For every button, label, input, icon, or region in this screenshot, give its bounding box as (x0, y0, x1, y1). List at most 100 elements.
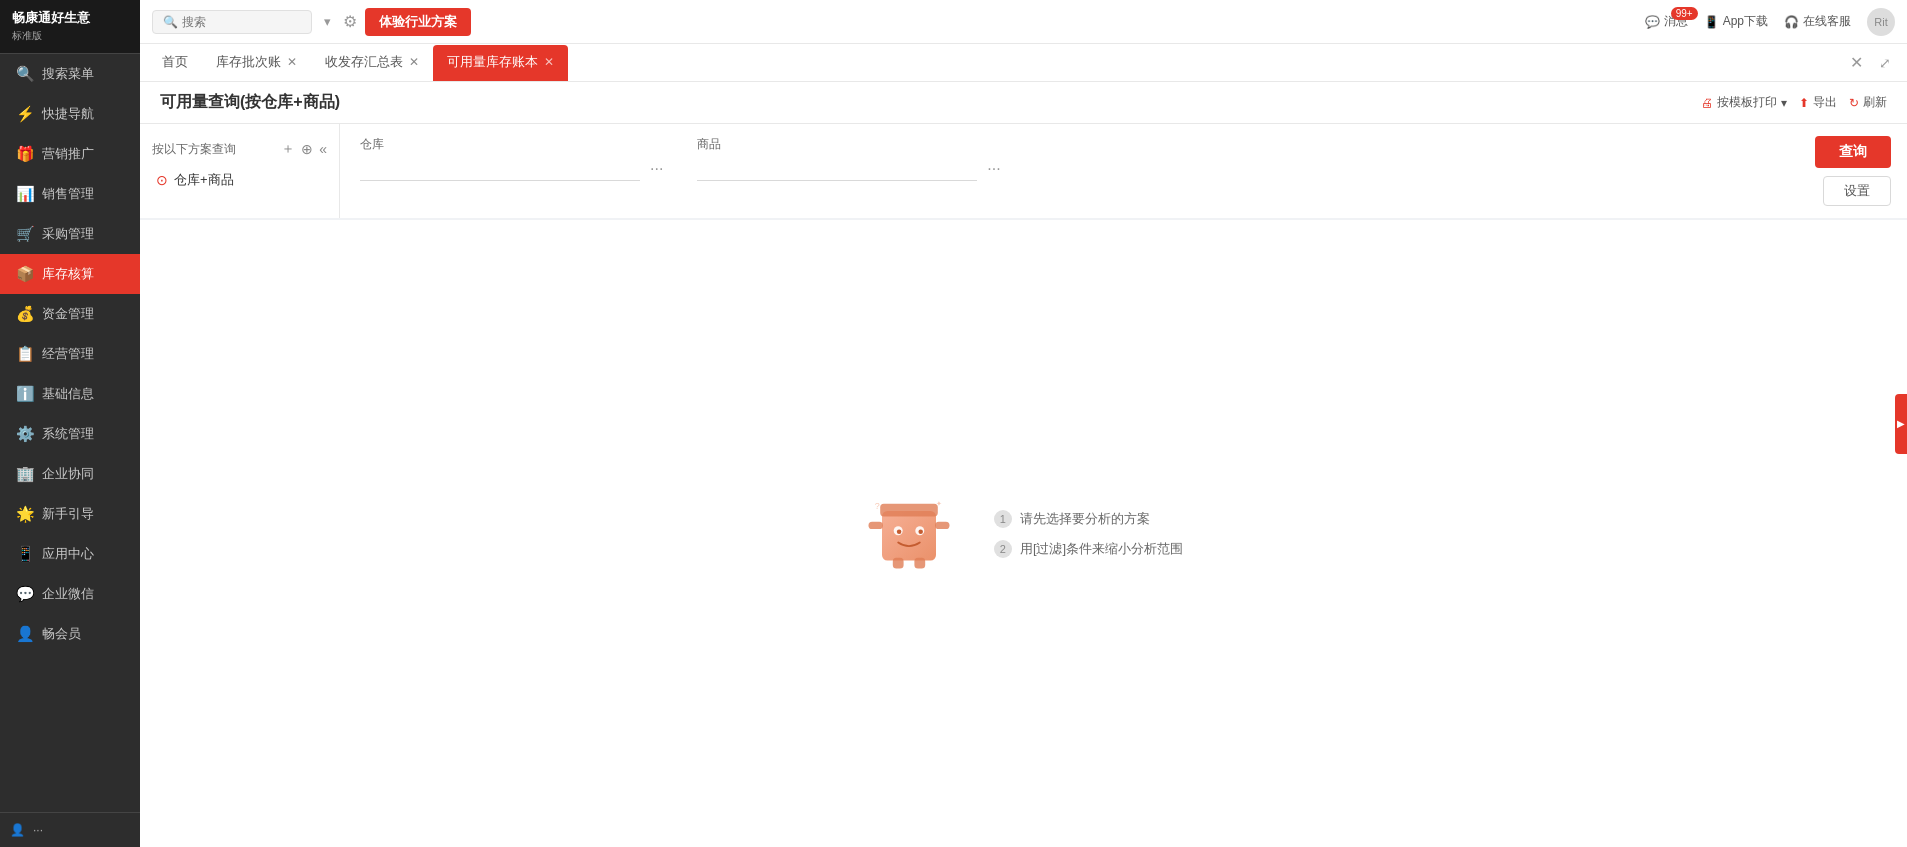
trial-button[interactable]: 体验行业方案 (365, 8, 471, 36)
svg-text:✦: ✦ (936, 498, 942, 507)
message-button[interactable]: 💬 消息 99+ (1645, 13, 1688, 30)
empty-state: ? ✦ 1 请先选择要分析的方案 2 用[过滤]条件来缩小分析范围 (140, 220, 1907, 847)
sidebar-user-info[interactable]: 👤 ··· (0, 812, 140, 847)
sidebar-item-label: 快捷导航 (42, 105, 94, 123)
query-scheme-header: 按以下方案查询 ＋ ⊕ « (140, 134, 339, 164)
page-header: 可用量查询(按仓库+商品) 🖨 按模板打印 ▾ ⬆ 导出 ↻ 刷新 (140, 82, 1907, 124)
svg-rect-9 (914, 557, 925, 568)
warehouse-filter-input[interactable] (360, 157, 640, 181)
sidebar-item-system[interactable]: ⚙️ 系统管理 (0, 414, 140, 454)
add-scheme-icon[interactable]: ＋ (281, 140, 295, 158)
svg-rect-8 (893, 557, 904, 568)
tab-batch-close[interactable]: ✕ (287, 56, 297, 68)
sidebar-item-label: 采购管理 (42, 225, 94, 243)
gift-icon: 🎁 (16, 145, 34, 163)
sidebar-item-label: 基础信息 (42, 385, 94, 403)
sidebar-item-label: 应用中心 (42, 545, 94, 563)
sidebar-item-label: 新手引导 (42, 505, 94, 523)
svg-rect-0 (882, 511, 936, 561)
search-input[interactable] (182, 15, 301, 29)
chevron-down-icon[interactable]: ▾ (320, 10, 335, 33)
empty-cube-svg: ? ✦ (864, 484, 954, 574)
sidebar-item-label: 资金管理 (42, 305, 94, 323)
warehouse-filter-label: 仓库 (360, 136, 667, 153)
sidebar-item-operation[interactable]: 📋 经营管理 (0, 334, 140, 374)
export-icon: ⬆ (1799, 96, 1809, 110)
export-button[interactable]: ⬆ 导出 (1799, 94, 1837, 111)
tab-window-close-icon[interactable]: ✕ (1842, 49, 1871, 76)
sidebar-item-shortcut[interactable]: ⚡ 快捷导航 (0, 94, 140, 134)
sidebar-item-inventory[interactable]: 📦 库存核算 (0, 254, 140, 294)
sidebar-item-label: 畅会员 (42, 625, 81, 643)
sidebar-item-appcenter[interactable]: 📱 应用中心 (0, 534, 140, 574)
sidebar-item-label: 企业微信 (42, 585, 94, 603)
tab-summary-label: 收发存汇总表 (325, 53, 403, 71)
tab-available-close[interactable]: ✕ (544, 56, 554, 68)
sidebar-item-sales[interactable]: 📊 销售管理 (0, 174, 140, 214)
tab-available[interactable]: 可用量库存账本 ✕ (433, 45, 568, 81)
sidebar-item-purchase[interactable]: 🛒 采购管理 (0, 214, 140, 254)
product-filter-dots[interactable]: ··· (983, 160, 1004, 178)
online-service-button[interactable]: 🎧 在线客服 (1784, 13, 1851, 30)
sidebar-item-wechat[interactable]: 💬 企业微信 (0, 574, 140, 614)
settings-button[interactable]: 设置 (1823, 176, 1891, 206)
refresh-label: 刷新 (1863, 94, 1887, 111)
topbar-search-box[interactable]: 🔍 (152, 10, 312, 34)
print-button[interactable]: 🖨 按模板打印 ▾ (1701, 94, 1787, 111)
sidebar-nav: 🔍 搜索菜单 ⚡ 快捷导航 🎁 营销推广 📊 销售管理 🛒 采购管理 📦 库存核… (0, 54, 140, 812)
scheme-item-warehouse-product[interactable]: ⊙ 仓库+商品 (140, 164, 339, 196)
sidebar-item-member[interactable]: 👤 畅会员 (0, 614, 140, 654)
sidebar-item-enterprise[interactable]: 🏢 企业协同 (0, 454, 140, 494)
money-icon: 💰 (16, 305, 34, 323)
tab-batch[interactable]: 库存批次账 ✕ (202, 45, 311, 81)
topbar-gear-icon[interactable]: ⚙ (343, 12, 357, 31)
empty-hint-1: 1 请先选择要分析的方案 (994, 510, 1183, 528)
cart-icon: 🛒 (16, 225, 34, 243)
service-label: 在线客服 (1803, 13, 1851, 30)
topbar: 🔍 ▾ ⚙ 体验行业方案 💬 消息 99+ 📱 App下载 🎧 在线客服 Rit (140, 0, 1907, 44)
sidebar-item-basic[interactable]: ℹ️ 基础信息 (0, 374, 140, 414)
sidebar-item-search[interactable]: 🔍 搜索菜单 (0, 54, 140, 94)
search-input-icon: 🔍 (163, 15, 178, 29)
scroll-arrow-icon: ▶ (1897, 418, 1905, 429)
user-avatar[interactable]: Rit (1867, 8, 1895, 36)
settings-scheme-icon[interactable]: ⊕ (301, 141, 313, 157)
sidebar-header: 畅康通好生意 标准版 (0, 0, 140, 54)
refresh-button[interactable]: ↻ 刷新 (1849, 94, 1887, 111)
tab-home-label: 首页 (162, 53, 188, 71)
sidebar-item-label: 搜索菜单 (42, 65, 94, 83)
product-filter-input[interactable] (697, 157, 977, 181)
box-icon: 📦 (16, 265, 34, 283)
user-name-display: Rit (1874, 16, 1887, 28)
scheme-icon: ⊙ (156, 172, 168, 188)
topbar-right: 💬 消息 99+ 📱 App下载 🎧 在线客服 Rit (1645, 8, 1895, 36)
scroll-indicator[interactable]: ▶ (1895, 394, 1907, 454)
gear-icon: ⚙️ (16, 425, 34, 443)
sidebar-user-name: ··· (33, 823, 43, 837)
headset-icon: 🎧 (1784, 15, 1799, 29)
sidebar-subtitle: 标准版 (12, 29, 128, 43)
hint-text-1: 请先选择要分析的方案 (1020, 510, 1150, 528)
sidebar-item-label: 营销推广 (42, 145, 94, 163)
app-download-button[interactable]: 📱 App下载 (1704, 13, 1768, 30)
empty-hint-2: 2 用[过滤]条件来缩小分析范围 (994, 540, 1183, 558)
sidebar-item-newbie[interactable]: 🌟 新手引导 (0, 494, 140, 534)
warehouse-filter-dots[interactable]: ··· (646, 160, 667, 178)
sidebar-item-marketing[interactable]: 🎁 营销推广 (0, 134, 140, 174)
tab-home[interactable]: 首页 (148, 45, 202, 81)
svg-rect-6 (868, 521, 882, 528)
query-buttons: 查询 设置 (1799, 124, 1907, 218)
empty-icon: ? ✦ (864, 484, 964, 584)
print-chevron-icon[interactable]: ▾ (1781, 96, 1787, 110)
query-button[interactable]: 查询 (1815, 136, 1891, 168)
svg-rect-1 (880, 503, 938, 516)
member-icon: 👤 (16, 625, 34, 643)
tab-summary-close[interactable]: ✕ (409, 56, 419, 68)
collapse-scheme-icon[interactable]: « (319, 141, 327, 157)
star-icon: 🌟 (16, 505, 34, 523)
tab-expand-icon[interactable]: ⤢ (1871, 51, 1899, 75)
sidebar-title: 畅康通好生意 (12, 10, 128, 27)
sidebar-item-finance[interactable]: 💰 资金管理 (0, 294, 140, 334)
tab-summary[interactable]: 收发存汇总表 ✕ (311, 45, 433, 81)
sidebar-item-label: 销售管理 (42, 185, 94, 203)
